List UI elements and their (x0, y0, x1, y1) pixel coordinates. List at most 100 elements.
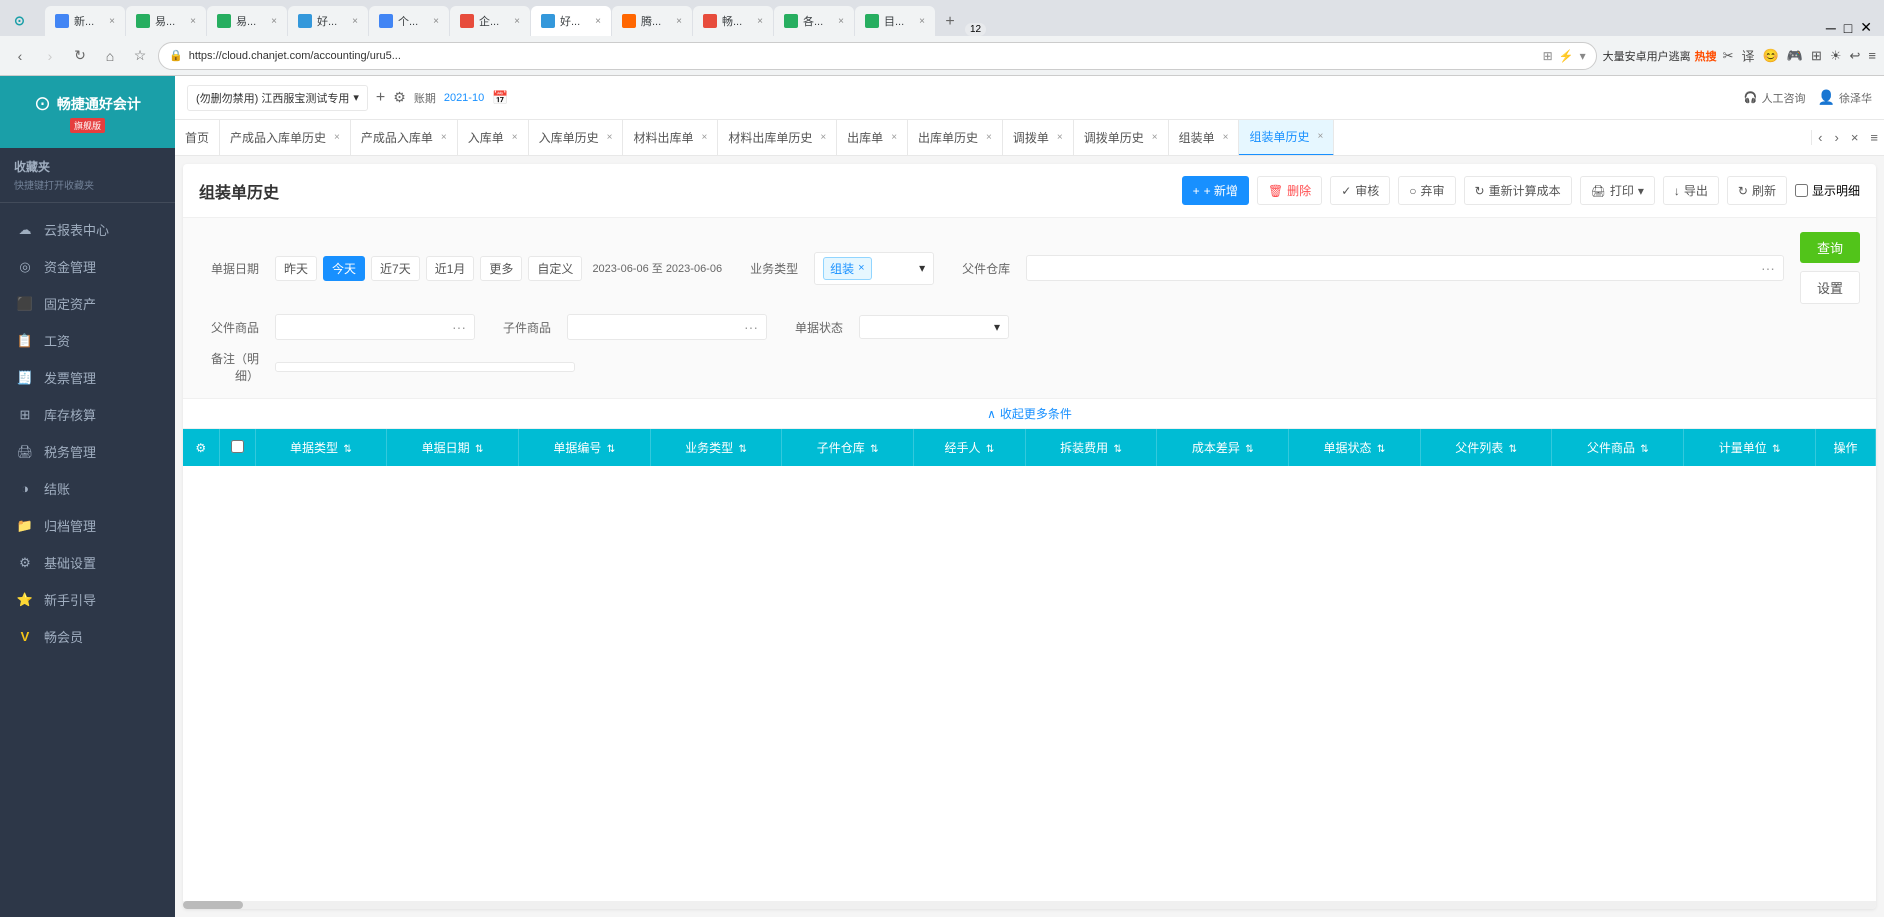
refresh-browser-button[interactable]: ↻ (68, 44, 92, 68)
doc-status-select[interactable]: ▾ (859, 315, 1009, 339)
col-number[interactable]: 单据编号 ⇅ (518, 429, 650, 466)
new-tab-button[interactable]: + (936, 8, 964, 36)
sidebar-item-payroll[interactable]: 📋 工资 (0, 322, 175, 359)
scissors-icon[interactable]: ✂ (1723, 48, 1734, 64)
brightness-icon[interactable]: ☀ (1830, 48, 1842, 64)
sidebar-favorites[interactable]: 收藏夹 快捷键打开收藏夹 (0, 148, 175, 203)
col-handler[interactable]: 经手人 ⇅ (914, 429, 1026, 466)
select-all-checkbox[interactable] (231, 440, 244, 453)
consultant-link[interactable]: 🎧 人工咨询 (1744, 90, 1806, 106)
sidebar-item-member[interactable]: V 畅会员 (0, 618, 175, 655)
nav-tab-close[interactable]: × (1317, 131, 1323, 142)
custom-btn[interactable]: 自定义 (528, 256, 582, 281)
close-button[interactable]: ✕ (1860, 19, 1872, 36)
nav-tab-adjust-hist[interactable]: 调拨单历史 × (1074, 120, 1169, 156)
sidebar-item-guide[interactable]: ⭐ 新手引导 (0, 581, 175, 618)
today-btn[interactable]: 今天 (323, 256, 365, 281)
browser-tab-6[interactable]: 企... × (450, 6, 530, 36)
maximize-button[interactable]: □ (1844, 20, 1852, 36)
qr-icon[interactable]: ⊞ (1543, 49, 1553, 63)
company-selector[interactable]: (勿删勿禁用) 江西服宝测试专用 ▾ (187, 85, 368, 111)
nav-tab-assemble[interactable]: 组装单 × (1169, 120, 1240, 156)
query-button[interactable]: 查询 (1800, 232, 1860, 263)
browser-tab-10[interactable]: 各... × (774, 6, 854, 36)
nav-tab-close[interactable]: × (334, 132, 340, 143)
undo-icon[interactable]: ↩ (1850, 48, 1861, 64)
collapse-bar[interactable]: ∧ 收起更多条件 (183, 399, 1876, 429)
sidebar-item-archive[interactable]: 📁 归档管理 (0, 507, 175, 544)
sidebar-item-invoice[interactable]: 🧾 发票管理 (0, 359, 175, 396)
nav-tab-close[interactable]: × (1152, 132, 1158, 143)
settings-gear-icon[interactable]: ⚙ (393, 89, 406, 106)
sidebar-item-fixed-assets[interactable]: ⬛ 固定资产 (0, 285, 175, 322)
nav-tab-close[interactable]: × (701, 132, 707, 143)
sidebar-item-tax[interactable]: 🖨 税务管理 (0, 433, 175, 470)
browser-tab-9[interactable]: 畅... × (693, 6, 773, 36)
browser-tab-2[interactable]: 易... × (126, 6, 206, 36)
dropdown-icon[interactable]: ▾ (1580, 49, 1586, 63)
nav-tab-material-out[interactable]: 材料出库单 × (623, 120, 718, 156)
nav-tab-home[interactable]: 首页 (175, 120, 220, 156)
browser-tab-7[interactable]: 好... × (531, 6, 611, 36)
7days-btn[interactable]: 近7天 (371, 256, 420, 281)
calendar-icon[interactable]: 📅 (492, 90, 508, 106)
table-checkbox-th[interactable] (219, 429, 255, 466)
browser-tab-1[interactable]: 新... × (45, 6, 125, 36)
tab-more-options[interactable]: ≡ (1864, 130, 1884, 145)
nav-tab-close[interactable]: × (512, 132, 518, 143)
bookmark-button[interactable]: ☆ (128, 44, 152, 68)
sidebar-item-basic-settings[interactable]: ⚙ 基础设置 (0, 544, 175, 581)
nav-tab-close[interactable]: × (820, 132, 826, 143)
browser-tab-8[interactable]: 腾... × (612, 6, 692, 36)
sidebar-item-cloud-report[interactable]: ☁ 云报表中心 (0, 211, 175, 248)
translate-icon[interactable]: 译 (1742, 46, 1755, 65)
nav-tab-produce-in-hist[interactable]: 产成品入库单历史 × (220, 120, 351, 156)
remark-input[interactable] (275, 362, 575, 372)
add-company-button[interactable]: + (376, 89, 385, 107)
col-date[interactable]: 单据日期 ⇅ (387, 429, 519, 466)
show-detail-checkbox[interactable] (1795, 184, 1808, 197)
nav-tab-close[interactable]: × (986, 132, 992, 143)
browser-tab-11[interactable]: 目... × (855, 6, 935, 36)
tabs-scroll-left[interactable]: ‹ (1812, 130, 1828, 145)
browser-tab-logo[interactable]: ⊙ (4, 6, 44, 36)
recalculate-button[interactable]: ↻ 重新计算成本 (1464, 176, 1572, 205)
browser-tab-5[interactable]: 个... × (369, 6, 449, 36)
sidebar-item-inventory[interactable]: ⊞ 库存核算 (0, 396, 175, 433)
back-button[interactable]: ‹ (8, 44, 32, 68)
add-button[interactable]: + + 新增 (1182, 176, 1249, 205)
more-btn[interactable]: 更多 (480, 256, 522, 281)
parent-warehouse-dots[interactable]: ··· (1761, 260, 1775, 276)
1month-btn[interactable]: 近1月 (426, 256, 475, 281)
nav-tab-out-order[interactable]: 出库单 × (837, 120, 908, 156)
yesterday-btn[interactable]: 昨天 (275, 256, 317, 281)
col-child-warehouse[interactable]: 子件仓库 ⇅ (782, 429, 914, 466)
filter-settings-button[interactable]: 设置 (1800, 271, 1860, 304)
tab-close-all[interactable]: × (1845, 130, 1865, 145)
nav-tab-close[interactable]: × (607, 132, 613, 143)
nav-tab-close[interactable]: × (441, 132, 447, 143)
browser-tab-3[interactable]: 易... × (207, 6, 287, 36)
col-cost-diff[interactable]: 成本差异 ⇅ (1157, 429, 1289, 466)
col-doc-status[interactable]: 单据状态 ⇅ (1289, 429, 1421, 466)
child-goods-input[interactable]: ··· (567, 314, 767, 340)
emoji-icon[interactable]: 😊 (1763, 48, 1779, 64)
horizontal-scrollbar[interactable] (183, 901, 1876, 909)
refresh-button[interactable]: ↻ 刷新 (1727, 176, 1787, 205)
nav-tab-out-hist[interactable]: 出库单历史 × (908, 120, 1003, 156)
export-button[interactable]: ↓ 导出 (1663, 176, 1719, 205)
col-unit[interactable]: 计量单位 ⇅ (1684, 429, 1816, 466)
nav-tab-close[interactable]: × (1223, 132, 1229, 143)
delete-button[interactable]: 🗑 删除 (1257, 176, 1322, 205)
nav-tab-close[interactable]: × (1057, 132, 1063, 143)
parent-warehouse-input[interactable]: ··· (1026, 255, 1784, 281)
forward-button[interactable]: › (38, 44, 62, 68)
game-icon[interactable]: 🎮 (1787, 48, 1803, 64)
grid-icon[interactable]: ⊞ (1811, 48, 1822, 64)
nav-tab-material-out-hist[interactable]: 材料出库单历史 × (718, 120, 837, 156)
nav-tab-adjust[interactable]: 调拨单 × (1003, 120, 1074, 156)
sidebar-item-fund[interactable]: ◎ 资金管理 (0, 248, 175, 285)
print-button[interactable]: 🖨 打印 ▾ (1580, 176, 1655, 205)
browser-tab-4[interactable]: 好... × (288, 6, 368, 36)
abandon-button[interactable]: ○ 弃审 (1398, 176, 1455, 205)
